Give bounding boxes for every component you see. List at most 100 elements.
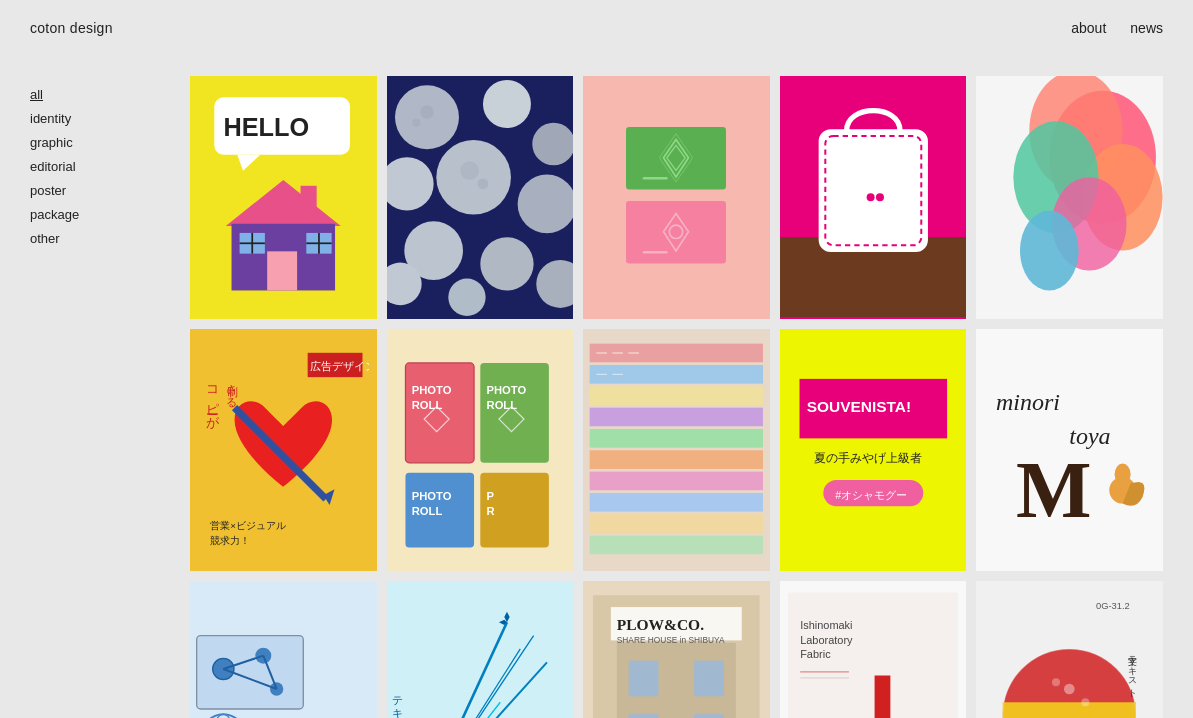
svg-text:制さる: 制さる — [226, 377, 238, 408]
svg-marker-1 — [237, 155, 260, 171]
svg-point-43 — [1020, 211, 1079, 291]
svg-text:L: L — [867, 652, 934, 718]
svg-text:Laboratory: Laboratory — [800, 634, 853, 646]
svg-point-36 — [866, 193, 874, 201]
svg-point-129 — [1052, 678, 1060, 686]
svg-text:ROLL: ROLL — [411, 505, 442, 517]
grid-item-tape-rolls[interactable] — [583, 329, 770, 572]
grid-item-geometric-lines[interactable]: テキスト — [387, 581, 574, 718]
sidebar: all identity graphic editorial poster pa… — [30, 76, 150, 718]
svg-text:営業×ビジュアル: 営業×ビジュアル — [210, 520, 286, 531]
grid-item-minori-toya[interactable]: minori toya M — [976, 329, 1163, 572]
nav-news[interactable]: news — [1130, 20, 1163, 36]
svg-rect-28 — [626, 127, 726, 189]
grid-item-pencil-heart[interactable]: コピーが 制さる 営業×ビジュアル 競求力！ 広告デザイン — [190, 329, 377, 572]
svg-rect-97 — [387, 582, 574, 718]
svg-rect-69 — [590, 429, 763, 448]
sidebar-link-other[interactable]: other — [30, 231, 60, 246]
svg-point-14 — [483, 80, 531, 128]
nav-about[interactable]: about — [1071, 20, 1106, 36]
svg-text:P: P — [486, 490, 494, 502]
sidebar-link-editorial[interactable]: editorial — [30, 159, 76, 174]
grid-item-plow-co[interactable]: PLOW&CO. SHARE HOUSE in SHIBUYA — [583, 581, 770, 718]
svg-point-16 — [387, 157, 434, 210]
sidebar-link-identity[interactable]: identity — [30, 111, 71, 126]
grid-item-hello-house[interactable]: HELLO — [190, 76, 377, 319]
page-layout: all identity graphic editorial poster pa… — [0, 56, 1193, 718]
svg-text:#オシャモグー: #オシャモグー — [835, 489, 907, 501]
svg-text:SOUVENISTA!: SOUVENISTA! — [806, 398, 910, 415]
sidebar-link-all[interactable]: all — [30, 87, 43, 102]
svg-point-27 — [477, 179, 488, 190]
grid-item-green-card[interactable] — [583, 76, 770, 319]
sidebar-item-package[interactable]: package — [30, 206, 150, 222]
svg-text:コピーが: コピーが — [205, 377, 220, 429]
svg-point-128 — [1082, 698, 1090, 706]
svg-rect-29 — [643, 177, 668, 179]
grid-item-souvenista[interactable]: SOUVENISTA! 夏の手みやげ上級者 #オシャモグー — [780, 329, 967, 572]
sidebar-link-poster[interactable]: poster — [30, 183, 66, 198]
grid-item-bag[interactable] — [780, 76, 967, 319]
grid-item-lab-fabric[interactable]: L Ishinomaki Laboratory Fabric — [780, 581, 967, 718]
svg-text:文字テキスト: 文字テキスト — [1129, 649, 1139, 698]
svg-rect-34 — [820, 131, 927, 251]
svg-text:SHARE HOUSE in SHIBUYA: SHARE HOUSE in SHIBUYA — [617, 635, 725, 645]
svg-rect-108 — [694, 661, 724, 697]
sidebar-item-all[interactable]: all — [30, 86, 150, 102]
svg-point-25 — [412, 119, 420, 127]
svg-rect-70 — [590, 450, 763, 469]
svg-text:広告デザイン: 広告デザイン — [310, 359, 368, 371]
svg-point-20 — [480, 237, 533, 290]
svg-text:R: R — [486, 505, 494, 517]
svg-rect-52 — [405, 363, 474, 463]
sidebar-nav: all identity graphic editorial poster pa… — [30, 86, 150, 246]
svg-marker-47 — [324, 489, 335, 505]
svg-text:PLOW&CO.: PLOW&CO. — [617, 616, 704, 633]
svg-text:0G-31.2: 0G-31.2 — [1096, 601, 1130, 611]
sidebar-item-editorial[interactable]: editorial — [30, 158, 150, 174]
site-logo[interactable]: coton design — [30, 20, 113, 36]
svg-text:競求力！: 競求力！ — [210, 535, 250, 546]
svg-rect-6 — [267, 251, 297, 290]
svg-rect-72 — [590, 493, 763, 512]
sidebar-link-graphic[interactable]: graphic — [30, 135, 73, 150]
svg-text:PHOTO: PHOTO — [411, 384, 451, 396]
svg-text:テキスト: テキスト — [390, 689, 403, 718]
svg-point-18 — [517, 175, 573, 234]
svg-rect-32 — [643, 251, 668, 253]
grid-item-clouds[interactable] — [976, 76, 1163, 319]
sidebar-item-poster[interactable]: poster — [30, 182, 150, 198]
svg-point-24 — [420, 105, 433, 118]
grid-item-moon-pattern[interactable] — [387, 76, 574, 319]
svg-text:ROLL: ROLL — [411, 399, 442, 411]
svg-rect-30 — [626, 201, 726, 263]
grid-item-photo-roll[interactable]: PHOTO ROLL PHOTO ROLL PHOTO ROLL P R — [387, 329, 574, 572]
svg-marker-3 — [226, 180, 341, 226]
svg-point-15 — [532, 123, 573, 166]
svg-point-37 — [876, 193, 884, 201]
svg-rect-124 — [1003, 702, 1136, 718]
grid-item-blueprint[interactable] — [190, 581, 377, 718]
svg-rect-73 — [590, 514, 763, 533]
svg-text:M: M — [1016, 446, 1091, 534]
svg-point-127 — [1064, 684, 1075, 695]
svg-rect-56 — [480, 363, 549, 463]
sidebar-link-package[interactable]: package — [30, 207, 79, 222]
sidebar-item-identity[interactable]: identity — [30, 110, 150, 126]
grid-item-circle-design[interactable]: 0G-31.2 文字テキスト — [976, 581, 1163, 718]
svg-text:ROLL: ROLL — [486, 399, 517, 411]
svg-rect-109 — [629, 714, 659, 718]
svg-rect-74 — [590, 535, 763, 554]
svg-point-84 — [1115, 463, 1131, 484]
svg-text:Fabric: Fabric — [800, 649, 831, 661]
sidebar-item-other[interactable]: other — [30, 230, 150, 246]
svg-text:minori: minori — [996, 389, 1060, 415]
sidebar-item-graphic[interactable]: graphic — [30, 134, 150, 150]
svg-text:Ishinomaki: Ishinomaki — [800, 619, 852, 631]
svg-text:HELLO: HELLO — [223, 113, 309, 141]
svg-rect-110 — [694, 714, 724, 718]
svg-rect-4 — [301, 186, 317, 214]
svg-text:PHOTO: PHOTO — [411, 490, 451, 502]
work-grid: HELLO — [190, 76, 1163, 718]
svg-rect-71 — [590, 471, 763, 490]
